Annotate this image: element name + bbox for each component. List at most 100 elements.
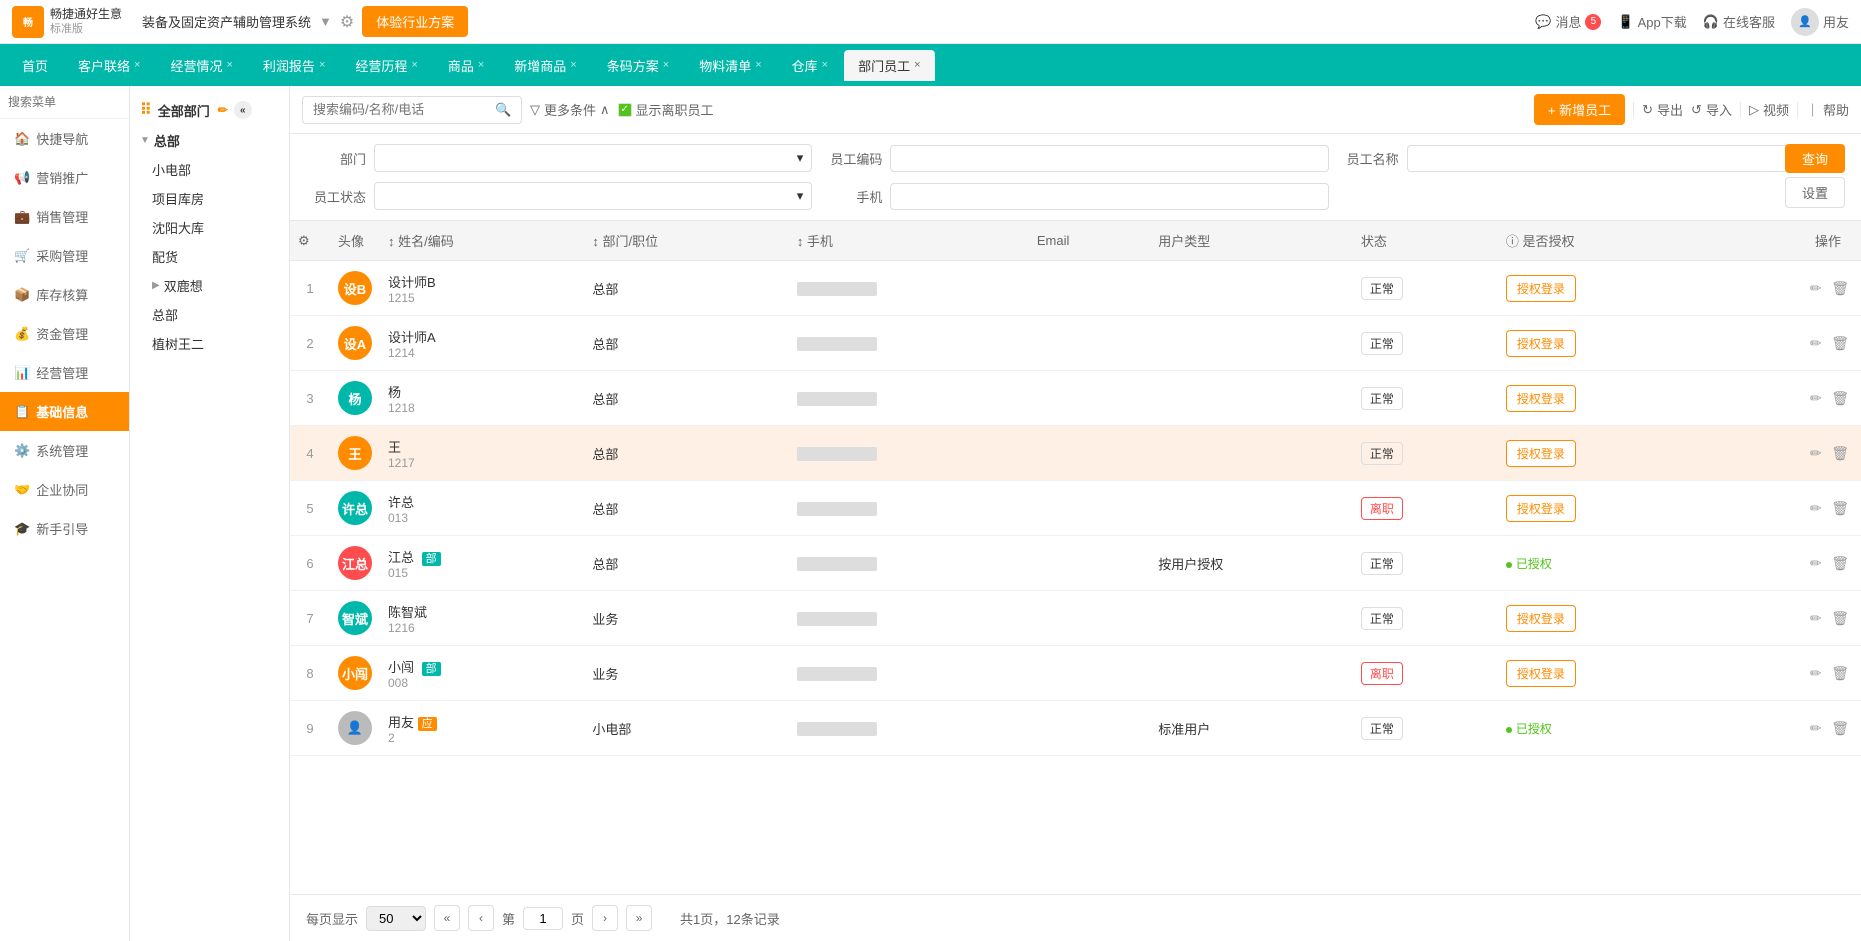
auth-button[interactable]: 授权登录 xyxy=(1506,330,1576,357)
status-select[interactable]: ▾ xyxy=(374,182,812,210)
dept-item-zongbu-parent[interactable]: ▼ 总部 xyxy=(130,126,289,155)
user-area[interactable]: 👤 用友 xyxy=(1791,8,1849,36)
edit-button[interactable]: ✏ xyxy=(1810,500,1822,516)
close-icon[interactable]: × xyxy=(411,59,417,71)
auth-button[interactable]: 授权登录 xyxy=(1506,385,1576,412)
trial-button[interactable]: 体验行业方案 xyxy=(362,6,468,37)
close-icon[interactable]: × xyxy=(755,59,761,71)
close-icon[interactable]: × xyxy=(478,59,484,71)
auth-button[interactable]: 授权登录 xyxy=(1506,605,1576,632)
phone-input[interactable] xyxy=(890,183,1328,210)
dept-item-zhishu[interactable]: 植树王二 xyxy=(130,329,289,358)
tab-home[interactable]: 首页 xyxy=(8,50,62,81)
delete-button[interactable]: 🗑 xyxy=(1831,665,1849,681)
delete-button[interactable]: 🗑 xyxy=(1831,335,1849,351)
col-dept[interactable]: ↕ 部门/职位 xyxy=(584,221,788,261)
col-name[interactable]: ↕ 姓名/编码 xyxy=(380,221,584,261)
tab-barcode[interactable]: 条码方案× xyxy=(593,50,683,81)
edit-button[interactable]: ✏ xyxy=(1810,280,1822,296)
tab-customer[interactable]: 客户联络× xyxy=(64,50,154,81)
auth-button[interactable]: 授权登录 xyxy=(1506,495,1576,522)
sidebar-item-purchase[interactable]: 🛒 采购管理 xyxy=(0,236,129,275)
dept-edit-icon[interactable]: ✏ xyxy=(218,103,228,117)
close-icon[interactable]: × xyxy=(134,59,140,71)
delete-button[interactable]: 🗑 xyxy=(1831,720,1849,736)
sidebar-item-system[interactable]: ⚙️ 系统管理 xyxy=(0,431,129,470)
tab-warehouse[interactable]: 仓库× xyxy=(778,50,842,81)
sidebar-item-business[interactable]: 📊 经营管理 xyxy=(0,353,129,392)
query-button[interactable]: 查询 xyxy=(1785,144,1845,173)
delete-button[interactable]: 🗑 xyxy=(1831,445,1849,461)
col-setting[interactable]: ⚙ xyxy=(290,221,330,261)
name-input[interactable] xyxy=(1407,145,1845,172)
edit-button[interactable]: ✏ xyxy=(1810,610,1822,626)
online-service-button[interactable]: 🎧 在线客服 xyxy=(1703,12,1775,31)
tab-profit[interactable]: 利润报告× xyxy=(249,50,339,81)
tab-operation[interactable]: 经营情况× xyxy=(156,50,246,81)
tab-bom[interactable]: 物料清单× xyxy=(685,50,775,81)
close-icon[interactable]: × xyxy=(226,59,232,71)
prev-page-button[interactable]: ‹ xyxy=(468,905,494,931)
edit-button[interactable]: ✏ xyxy=(1810,555,1822,571)
sidebar-item-quicknav[interactable]: 🏠 快捷导航 xyxy=(0,119,129,158)
app-download-button[interactable]: 📱 App下载 xyxy=(1617,12,1686,31)
system-dropdown-icon[interactable]: ▼ xyxy=(319,14,332,29)
next-page-button[interactable]: › xyxy=(592,905,618,931)
search-input[interactable] xyxy=(313,102,489,117)
add-employee-button[interactable]: + 新增员工 xyxy=(1534,94,1625,125)
code-input[interactable] xyxy=(890,145,1328,172)
tab-goods[interactable]: 商品× xyxy=(434,50,498,81)
sidebar-item-sales[interactable]: 💼 销售管理 xyxy=(0,197,129,236)
dept-item-shuangluxiang[interactable]: ▶ 双鹿想 xyxy=(130,271,289,300)
first-page-button[interactable]: « xyxy=(434,905,460,931)
reset-button[interactable]: 设置 xyxy=(1785,177,1845,208)
dept-item-project[interactable]: 项目库房 xyxy=(130,184,289,213)
more-filter-button[interactable]: ▽ 更多条件 ∧ xyxy=(530,100,610,119)
delete-button[interactable]: 🗑 xyxy=(1831,390,1849,406)
edit-button[interactable]: ✏ xyxy=(1810,445,1822,461)
dept-item-peihuo[interactable]: 配货 xyxy=(130,242,289,271)
message-button[interactable]: 💬 消息 5 xyxy=(1535,12,1601,31)
close-icon[interactable]: × xyxy=(319,59,325,71)
dept-item-zongbu[interactable]: 总部 xyxy=(130,300,289,329)
tab-new-goods[interactable]: 新增商品× xyxy=(500,50,590,81)
dept-select[interactable]: ▾ xyxy=(374,144,812,172)
col-phone[interactable]: ↕ 手机 xyxy=(789,221,1029,261)
edit-button[interactable]: ✏ xyxy=(1810,390,1822,406)
close-icon[interactable]: × xyxy=(822,59,828,71)
last-page-button[interactable]: » xyxy=(626,905,652,931)
search-menu-input[interactable] xyxy=(8,95,130,109)
page-number-input[interactable] xyxy=(523,907,563,930)
sidebar-item-collab[interactable]: 🤝 企业协同 xyxy=(0,470,129,509)
tab-history[interactable]: 经营历程× xyxy=(341,50,431,81)
dept-item-shenyang[interactable]: 沈阳大库 xyxy=(130,213,289,242)
video-button[interactable]: ▷ 视频 xyxy=(1749,100,1789,119)
dept-item-xiaodian[interactable]: 小电部 xyxy=(130,155,289,184)
gear-icon[interactable]: ⚙ xyxy=(340,12,354,32)
export-button[interactable]: ↻ 导出 xyxy=(1642,100,1683,119)
auth-button[interactable]: 授权登录 xyxy=(1506,275,1576,302)
close-icon[interactable]: × xyxy=(570,59,576,71)
auth-button[interactable]: 授权登录 xyxy=(1506,440,1576,467)
delete-button[interactable]: 🗑 xyxy=(1831,555,1849,571)
dept-tree-collapse-btn[interactable]: « xyxy=(234,101,252,119)
auth-button[interactable]: 授权登录 xyxy=(1506,660,1576,687)
help-button[interactable]: ｜ 帮助 xyxy=(1806,100,1849,119)
edit-button[interactable]: ✏ xyxy=(1810,335,1822,351)
close-icon[interactable]: × xyxy=(914,59,920,71)
close-icon[interactable]: × xyxy=(663,59,669,71)
show-resigned-toggle[interactable]: ✓ 显示离职员工 xyxy=(618,100,714,119)
delete-button[interactable]: 🗑 xyxy=(1831,280,1849,296)
sidebar-item-finance[interactable]: 💰 资金管理 xyxy=(0,314,129,353)
sidebar-item-basic[interactable]: 📋 基础信息 xyxy=(0,392,129,431)
import-button[interactable]: ↺ 导入 xyxy=(1691,100,1732,119)
page-size-select[interactable]: 50 100 200 xyxy=(366,906,426,931)
delete-button[interactable]: 🗑 xyxy=(1831,500,1849,516)
sidebar-item-marketing[interactable]: 📢 营销推广 xyxy=(0,158,129,197)
edit-button[interactable]: ✏ xyxy=(1810,720,1822,736)
tab-employee[interactable]: 部门员工× xyxy=(844,50,934,81)
edit-button[interactable]: ✏ xyxy=(1810,665,1822,681)
sidebar-item-inventory[interactable]: 📦 库存核算 xyxy=(0,275,129,314)
delete-button[interactable]: 🗑 xyxy=(1831,610,1849,626)
sidebar-item-guide[interactable]: 🎓 新手引导 xyxy=(0,509,129,548)
